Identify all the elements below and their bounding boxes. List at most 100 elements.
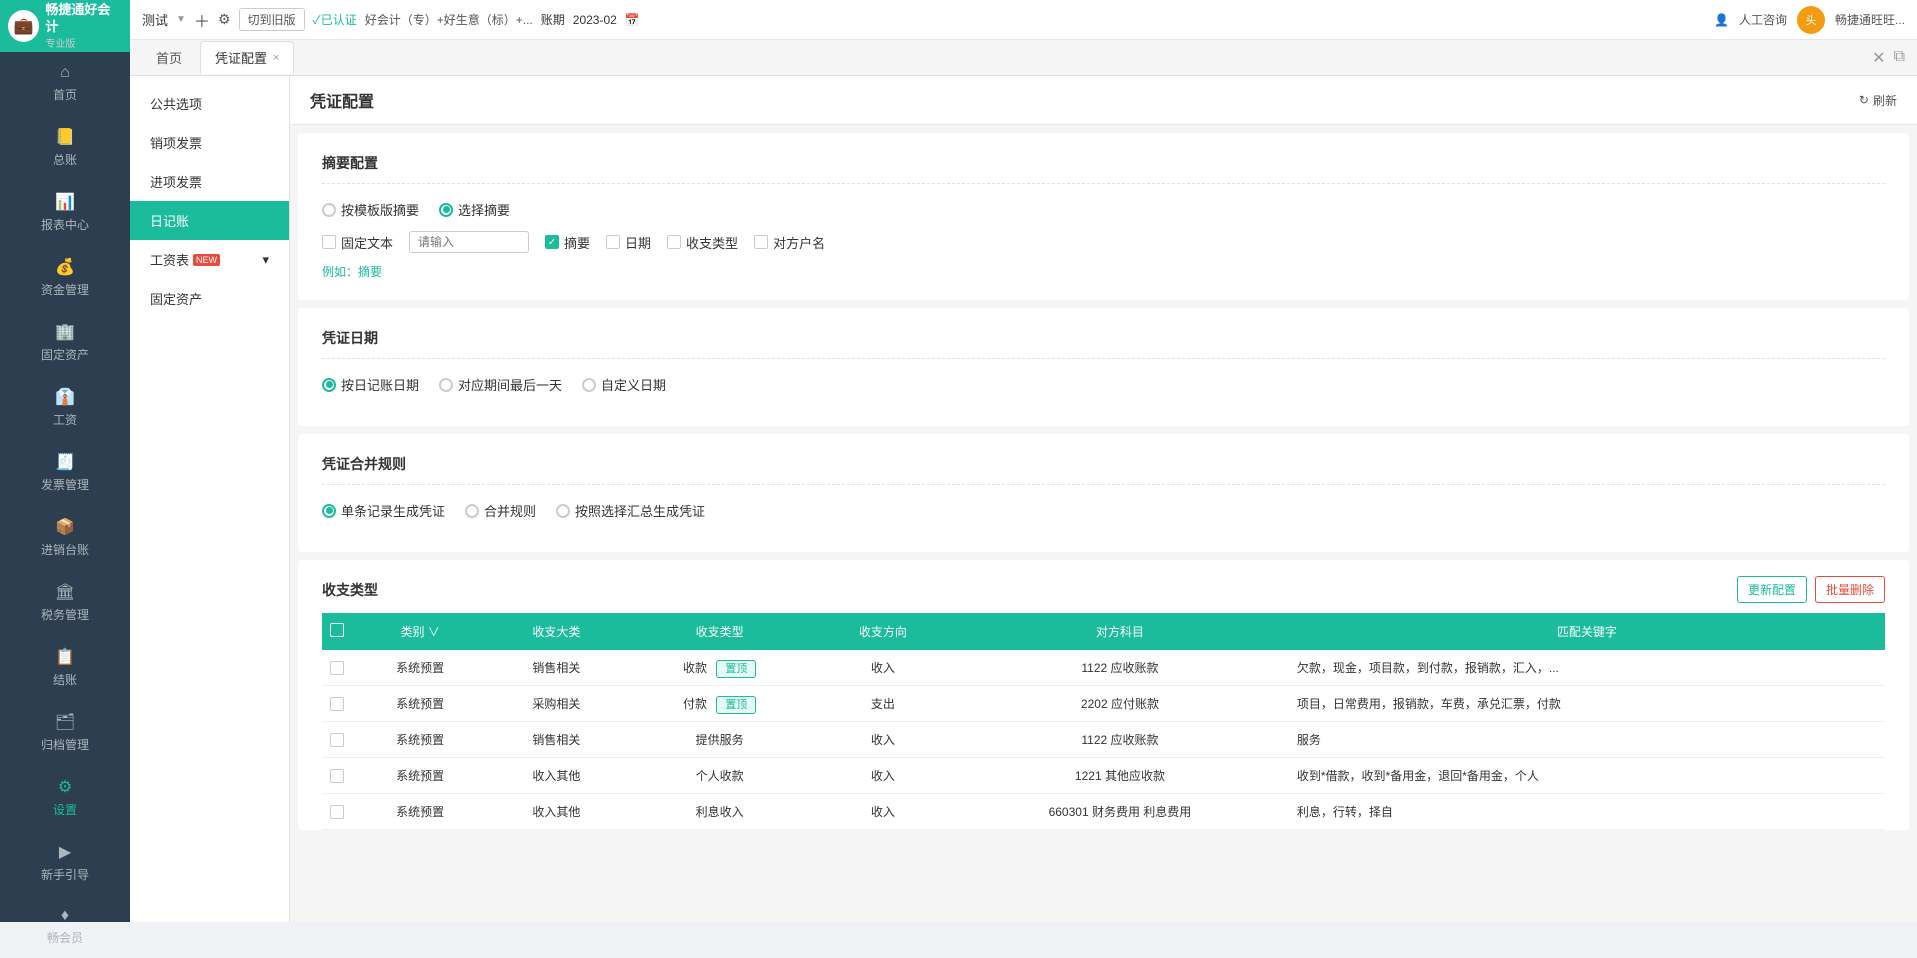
main-area: 测试 ▼ ＋ ⚙ 切到旧版 ✓已认证 好会计（专）+好生意（标）+... 账期 … xyxy=(130,0,1917,922)
pin-top-tag-0[interactable]: 置顶 xyxy=(716,660,756,678)
summary-radio-group: 按模板版摘要 选择摘要 xyxy=(322,200,1885,219)
gear-icon[interactable]: ⚙ xyxy=(218,11,231,28)
row-check-0[interactable] xyxy=(330,661,344,675)
batch-delete-button[interactable]: 批量删除 xyxy=(1815,576,1885,603)
radio-total-label: 按照选择汇总生成凭证 xyxy=(575,501,705,520)
avatar: 头 xyxy=(1797,6,1825,34)
check-counterparty[interactable]: 对方户名 xyxy=(754,233,825,252)
row-check-1[interactable] xyxy=(330,697,344,711)
period-label: 账期 xyxy=(541,11,565,28)
refresh-button[interactable]: ↻ 刷新 xyxy=(1859,92,1897,109)
left-menu-journal[interactable]: 日记账 xyxy=(130,201,289,240)
merge-rules-title: 凭证合并规则 xyxy=(322,454,1885,485)
check-type[interactable]: 收支类型 xyxy=(667,233,738,252)
sidebar-item-member[interactable]: ♦ 畅会员 xyxy=(0,895,130,958)
left-menu-public[interactable]: 公共选项 xyxy=(130,84,289,123)
calendar-icon[interactable]: 📅 xyxy=(625,13,640,27)
settle-icon: 📋 xyxy=(55,647,75,667)
example-text: 例如：摘要 xyxy=(322,263,1885,280)
check-date[interactable]: 日期 xyxy=(606,233,651,252)
sidebar-item-label: 首页 xyxy=(53,86,77,103)
sidebar-item-reports[interactable]: 📊 报表中心 xyxy=(0,180,130,245)
dropdown-arrow-icon[interactable]: ▼ xyxy=(176,14,186,25)
archive-icon: 🗂 xyxy=(55,712,75,732)
sidebar-item-invoice[interactable]: 🧾 发票管理 xyxy=(0,440,130,505)
refresh-label: 刷新 xyxy=(1873,92,1897,109)
row-type: 提供服务 xyxy=(625,722,815,758)
radio-custom-date[interactable]: 自定义日期 xyxy=(582,375,666,394)
radio-single[interactable]: 单条记录生成凭证 xyxy=(322,501,445,520)
left-menu-purchase[interactable]: 进项发票 xyxy=(130,162,289,201)
sidebar-item-purchase-mgr[interactable]: 📦 进销台账 xyxy=(0,505,130,570)
sidebar-item-label: 新手引导 xyxy=(41,866,89,883)
radio-merge[interactable]: 合并规则 xyxy=(465,501,536,520)
expand-arrow-icon: ▾ xyxy=(262,252,269,268)
sidebar-item-tax[interactable]: 🏛 税务管理 xyxy=(0,570,130,635)
left-menu-fixed-assets[interactable]: 固定资产 xyxy=(130,279,289,318)
sidebar-item-label: 归档管理 xyxy=(41,736,89,753)
sidebar-item-label: 结账 xyxy=(53,671,77,688)
sidebar-item-guide[interactable]: ▶ 新手引导 xyxy=(0,830,130,895)
row-major: 销售相关 xyxy=(488,722,624,758)
left-menu-payroll[interactable]: 工资表 NEW ▾ xyxy=(130,240,289,279)
radio-journal-date[interactable]: 按日记账日期 xyxy=(322,375,419,394)
assets-icon: 🏢 xyxy=(55,322,75,342)
row-check-3[interactable] xyxy=(330,769,344,783)
check-fixed-text[interactable]: 固定文本 xyxy=(322,233,393,252)
checkbox-type xyxy=(667,235,681,249)
maximize-icon[interactable]: ⧉ xyxy=(1894,48,1905,68)
row-keywords: 利息，行转，择自 xyxy=(1289,794,1885,830)
sidebar-item-label: 设置 xyxy=(53,801,77,818)
switch-version-button[interactable]: 切到旧版 xyxy=(239,8,305,31)
checkbox-fixed-text xyxy=(322,235,336,249)
radio-template-summary[interactable]: 按模板版摘要 xyxy=(322,200,419,219)
sidebar-item-label: 报表中心 xyxy=(41,216,89,233)
left-panel: 公共选项 销项发票 进项发票 日记账 工资表 NEW ▾ 固定资产 xyxy=(130,76,290,922)
th-category: 类别 ∨ xyxy=(352,613,488,650)
sidebar-item-archive[interactable]: 🗂 归档管理 xyxy=(0,700,130,765)
top-bar-right: 👤 人工咨询 头 畅捷通旺旺... xyxy=(1714,6,1905,34)
tab-home[interactable]: 首页 xyxy=(142,42,196,73)
content-wrap: 公共选项 销项发票 进项发票 日记账 工资表 NEW ▾ 固定资产 xyxy=(130,76,1917,922)
sidebar-item-label: 工资 xyxy=(53,411,77,428)
minimize-icon[interactable]: ✕ xyxy=(1872,48,1885,68)
th-major: 收支大类 xyxy=(488,613,624,650)
sidebar-item-settle[interactable]: 📋 结账 xyxy=(0,635,130,700)
row-type: 个人收款 xyxy=(625,758,815,794)
help-icon: 👤 xyxy=(1714,13,1729,27)
help-label[interactable]: 人工咨询 xyxy=(1739,11,1787,28)
pin-top-tag-1[interactable]: 置顶 xyxy=(716,696,756,714)
header-checkbox[interactable] xyxy=(330,623,344,637)
radio-period-last[interactable]: 对应期间最后一天 xyxy=(439,375,562,394)
add-icon[interactable]: ＋ xyxy=(194,8,210,32)
sidebar-item-label: 资金管理 xyxy=(41,281,89,298)
table-section-header: 收支类型 更新配置 批量删除 xyxy=(322,576,1885,603)
left-menu-sales[interactable]: 销项发票 xyxy=(130,123,289,162)
row-check-4[interactable] xyxy=(330,805,344,819)
tab-voucher-config[interactable]: 凭证配置 × xyxy=(200,41,294,74)
fixed-text-input[interactable] xyxy=(409,231,529,253)
check-summary[interactable]: ✓ 摘要 xyxy=(545,233,590,252)
refresh-icon: ↻ xyxy=(1859,93,1869,107)
th-type: 收支类型 xyxy=(625,613,815,650)
row-type-text: 提供服务 xyxy=(696,733,744,747)
row-type-text: 个人收款 xyxy=(696,769,744,783)
radio-select-summary[interactable]: 选择摘要 xyxy=(439,200,510,219)
row-check-2[interactable] xyxy=(330,733,344,747)
th-account: 对方科目 xyxy=(951,613,1289,650)
sidebar-item-settings[interactable]: ⚙ 设置 xyxy=(0,765,130,830)
tax-icon: 🏛 xyxy=(55,582,75,602)
tab-close-icon[interactable]: × xyxy=(273,52,279,64)
tab-bar: 首页 凭证配置 × ✕ ⧉ xyxy=(130,40,1917,76)
sidebar-item-assets[interactable]: 🏢 固定资产 xyxy=(0,310,130,375)
sidebar-item-home[interactable]: ⌂ 首页 xyxy=(0,52,130,115)
table-buttons: 更新配置 批量删除 xyxy=(1737,576,1885,603)
update-config-button[interactable]: 更新配置 xyxy=(1737,576,1807,603)
row-account: 1122 应收账款 xyxy=(951,650,1289,686)
merge-rules-section: 凭证合并规则 单条记录生成凭证 合并规则 按照选择汇总生成凭证 xyxy=(298,434,1909,552)
sidebar-item-ledger[interactable]: 📒 总账 xyxy=(0,115,130,180)
sidebar-item-salary[interactable]: 👔 工资 xyxy=(0,375,130,440)
radio-total[interactable]: 按照选择汇总生成凭证 xyxy=(556,501,705,520)
sidebar-item-funds[interactable]: 💰 资金管理 xyxy=(0,245,130,310)
check-type-label: 收支类型 xyxy=(686,233,738,252)
